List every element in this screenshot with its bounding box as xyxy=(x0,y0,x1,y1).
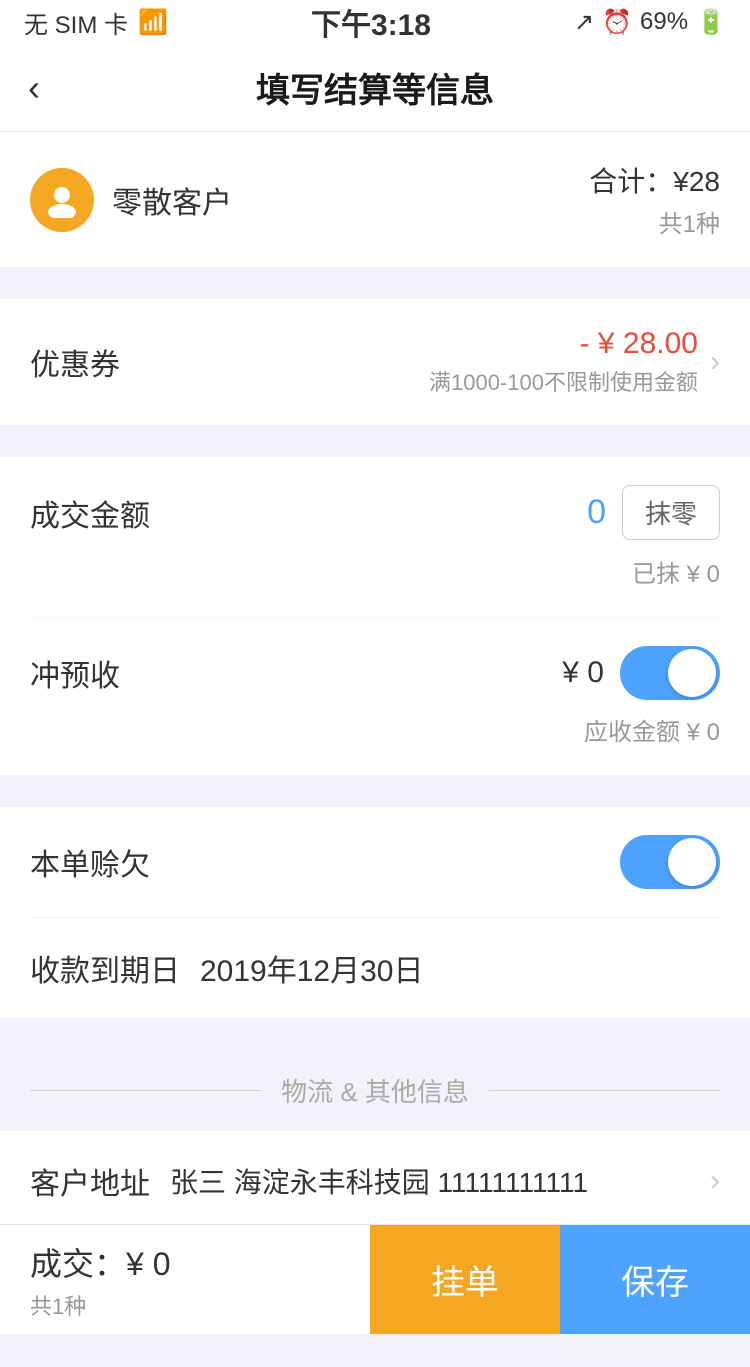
no-sim-text: 无 SIM 卡 xyxy=(24,5,128,40)
coupon-right: - ¥ 28.00 满1000-100不限制使用金额 › xyxy=(429,327,720,397)
prepay-top: 冲预收 ¥ 0 xyxy=(30,646,720,700)
deal-amount-top: 成交金额 0 抹零 xyxy=(30,485,720,540)
logistics-header: 物流 & 其他信息 xyxy=(0,1050,750,1131)
customer-summary: 合计：¥28 共1种 xyxy=(589,160,720,239)
coupon-label: 优惠券 xyxy=(30,340,120,384)
due-date-value: 2019年12月30日 xyxy=(200,946,423,990)
logistics-line-right xyxy=(489,1090,720,1091)
deal-amount-section: 成交金额 0 抹零 已抹 ¥ 0 冲预收 ¥ 0 xyxy=(0,457,750,775)
due-date-row: 收款到期日 2019年12月30日 xyxy=(0,918,750,1018)
logistics-label: 物流 & 其他信息 xyxy=(281,1072,469,1109)
section-divider-4 xyxy=(0,1034,750,1050)
bottom-actions: 挂单 保存 xyxy=(370,1225,750,1334)
customer-count: 共1种 xyxy=(589,204,720,239)
customer-row: 零散客户 合计：¥28 共1种 xyxy=(0,132,750,267)
bottom-count: 共1种 xyxy=(30,1289,340,1321)
page-title: 填写结算等信息 xyxy=(256,63,494,112)
credit-section: 本单赊欠 收款到期日 2019年12月30日 xyxy=(0,807,750,1018)
address-right: › xyxy=(710,1164,720,1198)
bottom-deal-text: 成交：¥ 0 xyxy=(30,1239,340,1285)
credit-toggle[interactable] xyxy=(620,835,720,889)
prepay-right: ¥ 0 xyxy=(562,646,720,700)
status-bar: 无 SIM 卡 📶 下午3:18 ↗ ⏰ 69% 🔋 xyxy=(0,0,750,44)
alarm-icon: ⏰ xyxy=(602,8,632,37)
customer-avatar xyxy=(30,168,94,232)
deal-amount-value: 0 xyxy=(587,493,606,532)
address-label: 客户地址 xyxy=(30,1159,150,1203)
deal-amount-sub: 已抹 ¥ 0 xyxy=(632,554,720,589)
status-right: ↗ ⏰ 69% 🔋 xyxy=(574,8,726,37)
prepay-toggle[interactable] xyxy=(620,646,720,700)
back-button[interactable]: ‹ xyxy=(28,67,40,109)
deal-amount-bottom: 已抹 ¥ 0 xyxy=(30,548,720,589)
battery-text: 69% xyxy=(640,8,688,36)
customer-name: 零散客户 xyxy=(112,178,232,222)
coupon-amount: - ¥ 28.00 xyxy=(429,327,698,361)
bottom-summary: 成交：¥ 0 共1种 xyxy=(0,1225,370,1334)
location-icon: ↗ xyxy=(574,8,594,37)
address-section: 客户地址 张三 海淀永丰科技园 11111111111 › xyxy=(0,1131,750,1231)
deal-amount-label: 成交金额 xyxy=(30,491,150,535)
chevron-right-icon: › xyxy=(710,345,720,379)
section-divider-2 xyxy=(0,441,750,457)
battery-icon: 🔋 xyxy=(696,8,726,37)
coupon-info: - ¥ 28.00 满1000-100不限制使用金额 xyxy=(429,327,698,397)
customer-section: 零散客户 合计：¥28 共1种 xyxy=(0,132,750,267)
deal-amount-row: 成交金额 0 抹零 已抹 ¥ 0 xyxy=(0,457,750,617)
logistics-line-left xyxy=(30,1090,261,1091)
credit-row: 本单赊欠 xyxy=(0,807,750,917)
customer-left: 零散客户 xyxy=(30,168,232,232)
bottom-deal-value: ¥ 0 xyxy=(126,1246,170,1282)
coupon-section: 优惠券 - ¥ 28.00 满1000-100不限制使用金额 › xyxy=(0,299,750,425)
round-button[interactable]: 抹零 xyxy=(622,485,720,540)
customer-total: 合计：¥28 xyxy=(589,160,720,200)
status-time: 下午3:18 xyxy=(311,0,431,44)
coupon-desc: 满1000-100不限制使用金额 xyxy=(429,365,698,397)
coupon-row[interactable]: 优惠券 - ¥ 28.00 满1000-100不限制使用金额 › xyxy=(0,299,750,425)
section-divider-3 xyxy=(0,791,750,807)
status-left: 无 SIM 卡 📶 xyxy=(24,5,168,40)
section-divider-1 xyxy=(0,283,750,299)
wifi-icon: 📶 xyxy=(138,8,168,37)
address-chevron-icon: › xyxy=(710,1164,720,1198)
due-date-label: 收款到期日 xyxy=(30,946,180,990)
address-row[interactable]: 客户地址 张三 海淀永丰科技园 11111111111 › xyxy=(0,1131,750,1231)
credit-label: 本单赊欠 xyxy=(30,840,150,884)
deal-amount-right: 0 抹零 xyxy=(587,485,720,540)
bottom-bar: 成交：¥ 0 共1种 挂单 保存 xyxy=(0,1224,750,1334)
address-value: 张三 海淀永丰科技园 11111111111 xyxy=(170,1161,710,1201)
nav-bar: ‹ 填写结算等信息 xyxy=(0,44,750,132)
prepay-bottom: 应收金额 ¥ 0 xyxy=(30,706,720,747)
toggle-knob xyxy=(668,649,716,697)
credit-toggle-knob xyxy=(668,838,716,886)
prepay-values: ¥ 0 xyxy=(562,656,604,690)
prepay-label: 冲预收 xyxy=(30,651,120,695)
save-button[interactable]: 保存 xyxy=(560,1225,750,1334)
due-date-content: 收款到期日 2019年12月30日 xyxy=(30,946,720,990)
bottom-deal-label: 成交： xyxy=(30,1246,126,1282)
prepay-value: ¥ 0 xyxy=(562,656,604,690)
pending-button[interactable]: 挂单 xyxy=(370,1225,560,1334)
content-area: 零散客户 合计：¥28 共1种 优惠券 - ¥ 28.00 满1000-100不… xyxy=(0,132,750,1367)
prepay-row: 冲预收 ¥ 0 应收金额 ¥ 0 xyxy=(0,618,750,775)
prepay-sub: 应收金额 ¥ 0 xyxy=(584,712,720,747)
